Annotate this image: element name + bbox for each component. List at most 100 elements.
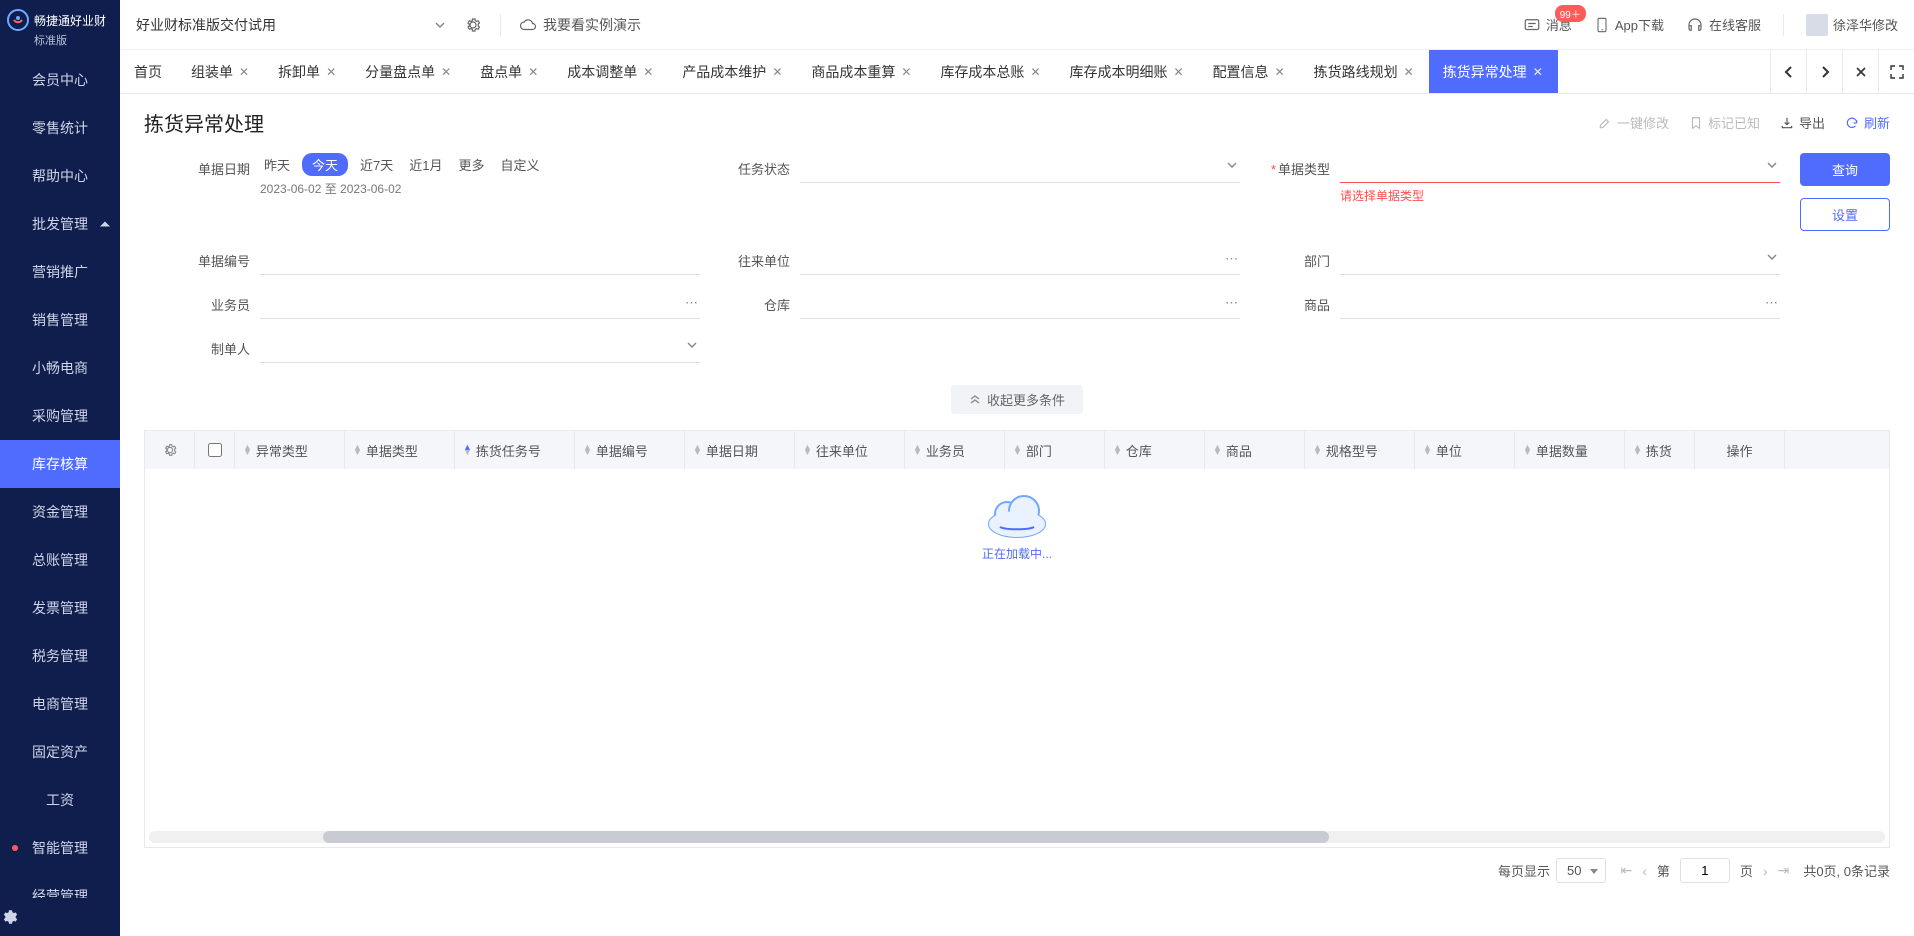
tab-10[interactable]: 配置信息✕	[1199, 50, 1300, 93]
close-icon[interactable]: ✕	[901, 65, 911, 79]
sidebar-item-9[interactable]: 资金管理	[0, 488, 120, 536]
salesman-lookup[interactable]: ⋯	[260, 289, 700, 319]
prev-page-button[interactable]: ‹	[1642, 863, 1647, 879]
column-header[interactable]: ▲▼商品	[1205, 431, 1305, 469]
column-header[interactable]: ▲▼异常类型	[235, 431, 345, 469]
bill-no-input[interactable]	[260, 245, 700, 275]
tabs-scroll-right[interactable]	[1806, 50, 1842, 94]
sidebar-item-16[interactable]: 智能管理	[0, 824, 120, 872]
support-button[interactable]: 在线客服	[1686, 15, 1761, 34]
select-all-checkbox[interactable]	[208, 443, 222, 457]
sidebar-item-5[interactable]: 销售管理	[0, 296, 120, 344]
refresh-button[interactable]: 刷新	[1845, 113, 1890, 132]
tab-8[interactable]: 库存成本总账✕	[926, 50, 1055, 93]
sidebar-item-13[interactable]: 电商管理	[0, 680, 120, 728]
demo-link[interactable]: 我要看实例演示	[519, 15, 641, 35]
settings-button[interactable]: 设置	[1800, 198, 1890, 231]
task-status-select[interactable]	[800, 153, 1240, 183]
close-icon[interactable]: ✕	[1275, 65, 1285, 79]
close-icon[interactable]: ✕	[1533, 65, 1543, 79]
date-shortcut[interactable]: 近7天	[356, 153, 397, 176]
product-lookup[interactable]: ⋯	[1340, 289, 1780, 319]
date-shortcut[interactable]: 昨天	[260, 153, 294, 176]
column-header[interactable]: ▲▼拣货	[1625, 431, 1695, 469]
close-icon[interactable]: ✕	[239, 65, 249, 79]
sidebar-item-0[interactable]: 会员中心	[0, 56, 120, 104]
column-header[interactable]: ▲▼规格型号	[1305, 431, 1415, 469]
sidebar-item-6[interactable]: 小畅电商	[0, 344, 120, 392]
checkbox-column[interactable]	[195, 431, 235, 469]
settings-column[interactable]	[145, 431, 195, 469]
tabs-scroll-left[interactable]	[1770, 50, 1806, 94]
tab-5[interactable]: 成本调整单✕	[553, 50, 668, 93]
column-header[interactable]: ▲▼单位	[1415, 431, 1515, 469]
sidebar-item-2[interactable]: 帮助中心	[0, 152, 120, 200]
column-header[interactable]: ▲▼部门	[1005, 431, 1105, 469]
close-icon[interactable]: ✕	[643, 65, 653, 79]
first-page-button[interactable]: ⇤	[1620, 862, 1632, 879]
sidebar-item-10[interactable]: 总账管理	[0, 536, 120, 584]
tab-2[interactable]: 拆卸单✕	[264, 50, 351, 93]
column-header[interactable]: ▲▼单据日期	[685, 431, 795, 469]
tab-1[interactable]: 组装单✕	[177, 50, 264, 93]
column-header[interactable]: 操作	[1695, 431, 1785, 469]
tab-6[interactable]: 产品成本维护✕	[668, 50, 797, 93]
tab-11[interactable]: 拣货路线规划✕	[1300, 50, 1429, 93]
close-icon[interactable]: ✕	[528, 65, 538, 79]
collapse-filters-button[interactable]: 收起更多条件	[951, 385, 1083, 414]
close-icon[interactable]: ✕	[1174, 65, 1184, 79]
warehouse-lookup[interactable]: ⋯	[800, 289, 1240, 319]
user-menu[interactable]: 徐泽华修改	[1806, 14, 1898, 36]
chevron-down-icon[interactable]	[294, 19, 446, 31]
dept-select[interactable]	[1340, 245, 1780, 275]
close-icon[interactable]: ✕	[326, 65, 336, 79]
tabs-close-all[interactable]	[1842, 50, 1878, 94]
tab-7[interactable]: 商品成本重算✕	[797, 50, 926, 93]
sidebar-item-3[interactable]: 批发管理	[0, 200, 120, 248]
date-shortcut[interactable]: 近1月	[405, 153, 446, 176]
tab-9[interactable]: 库存成本明细账✕	[1056, 50, 1199, 93]
sidebar-item-12[interactable]: 税务管理	[0, 632, 120, 680]
sidebar-item-17[interactable]: 经营管理	[0, 872, 120, 898]
tab-0[interactable]: 首页	[120, 50, 177, 93]
page-number-input[interactable]	[1680, 858, 1730, 883]
settings-icon[interactable]	[464, 16, 482, 34]
column-header[interactable]: ▲▼拣货任务号	[455, 431, 575, 469]
sidebar-item-4[interactable]: 营销推广	[0, 248, 120, 296]
sidebar-item-15[interactable]: 工资	[0, 776, 120, 824]
messages-button[interactable]: 消息 99＋	[1523, 15, 1572, 34]
column-header[interactable]: ▲▼单据类型	[345, 431, 455, 469]
close-icon[interactable]: ✕	[441, 65, 451, 79]
maker-select[interactable]	[260, 333, 700, 363]
column-header[interactable]: ▲▼仓库	[1105, 431, 1205, 469]
sidebar-item-8[interactable]: 库存核算	[0, 440, 120, 488]
tab-12[interactable]: 拣货异常处理✕	[1429, 50, 1558, 93]
fullscreen-button[interactable]	[1878, 50, 1914, 94]
date-shortcut[interactable]: 自定义	[497, 153, 544, 176]
next-page-button[interactable]: ›	[1763, 863, 1768, 879]
column-header[interactable]: ▲▼业务员	[905, 431, 1005, 469]
sidebar-item-7[interactable]: 采购管理	[0, 392, 120, 440]
sidebar-item-14[interactable]: 固定资产	[0, 728, 120, 776]
column-header[interactable]: ▲▼往来单位	[795, 431, 905, 469]
column-header[interactable]: ▲▼单据数量	[1515, 431, 1625, 469]
partner-lookup[interactable]: ⋯	[800, 245, 1240, 275]
date-shortcut[interactable]: 今天	[302, 153, 348, 176]
export-button[interactable]: 导出	[1780, 113, 1825, 132]
column-header[interactable]: ▲▼单据编号	[575, 431, 685, 469]
sidebar-item-11[interactable]: 发票管理	[0, 584, 120, 632]
horizontal-scrollbar[interactable]	[149, 831, 1885, 843]
tab-3[interactable]: 分量盘点单✕	[351, 50, 466, 93]
close-icon[interactable]: ✕	[1404, 65, 1414, 79]
app-download-button[interactable]: App下载	[1594, 15, 1664, 34]
last-page-button[interactable]: ⇥	[1778, 862, 1790, 879]
tab-4[interactable]: 盘点单✕	[466, 50, 553, 93]
close-icon[interactable]: ✕	[1030, 65, 1040, 79]
query-button[interactable]: 查询	[1800, 153, 1890, 186]
page-size-select[interactable]: 50	[1556, 858, 1606, 883]
product-selector[interactable]: 好业财标准版交付试用	[136, 15, 276, 35]
bill-type-select[interactable]	[1340, 153, 1780, 183]
sidebar-settings[interactable]	[0, 898, 120, 936]
close-icon[interactable]: ✕	[772, 65, 782, 79]
date-shortcut[interactable]: 更多	[455, 153, 489, 176]
